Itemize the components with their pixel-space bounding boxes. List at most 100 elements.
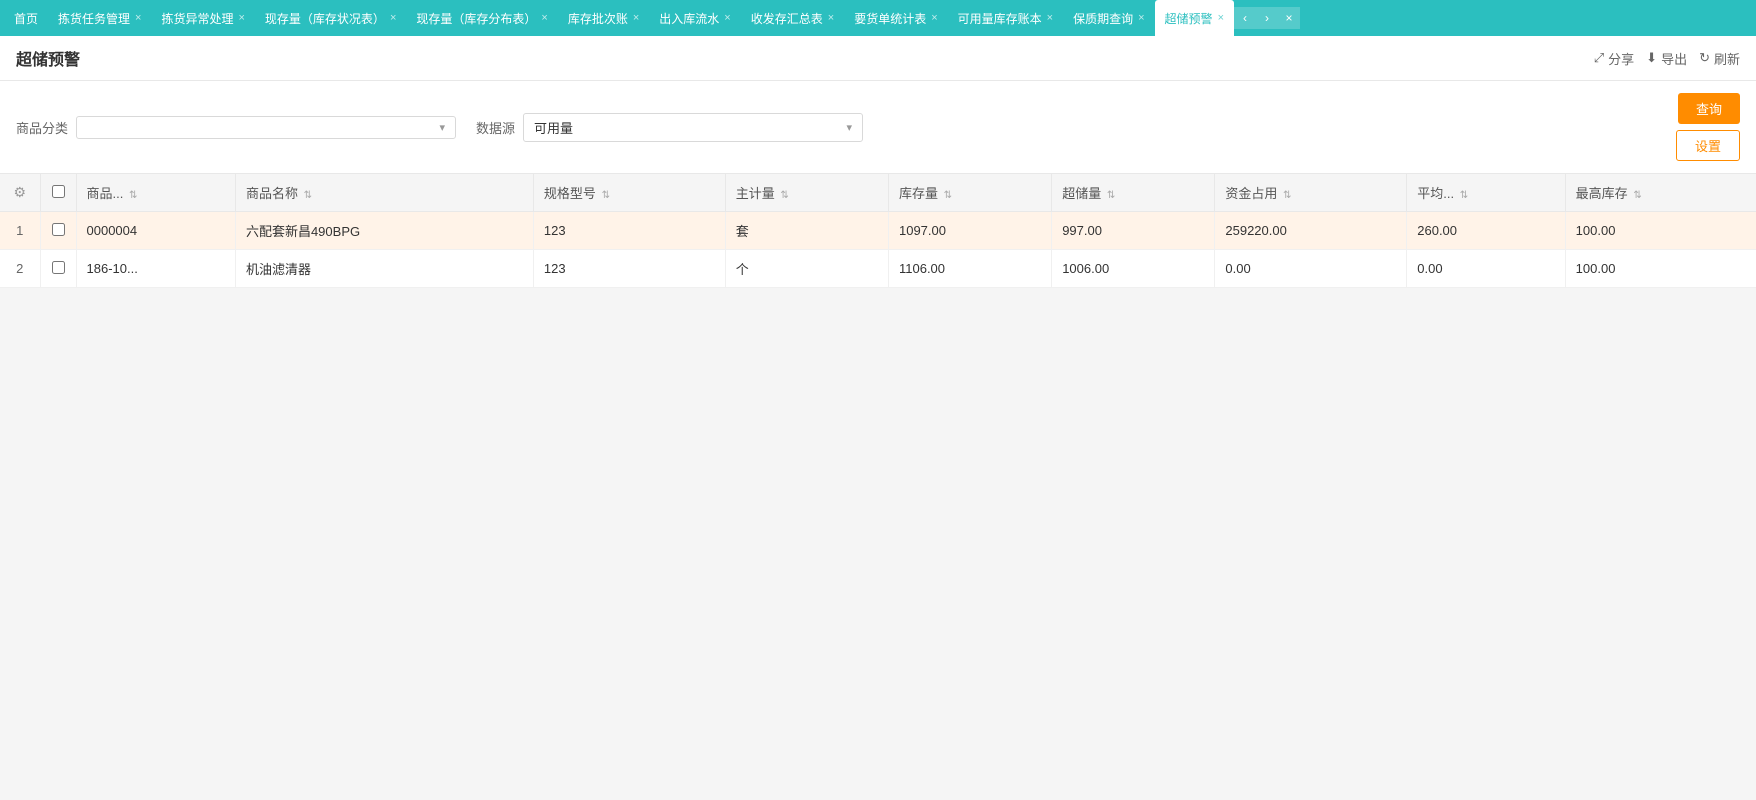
close-icon[interactable]: × — [1047, 12, 1053, 24]
datasource-label: 数据源 — [476, 118, 515, 137]
sort-icon: ⇅ — [944, 190, 952, 201]
close-icon[interactable]: × — [135, 12, 141, 24]
max-stock-cell: 100.00 — [1565, 250, 1756, 288]
col-unit-header[interactable]: 主计量 ⇅ — [725, 174, 888, 212]
page-header: 超储预警 ⤢ 分享 ⬇ 导出 ↻ 刷新 — [0, 36, 1756, 81]
nav-batch-account[interactable]: 库存批次账 × — [558, 0, 649, 36]
overstock-cell: 997.00 — [1052, 212, 1215, 250]
nav-shelf-life[interactable]: 保质期查询 × — [1063, 0, 1154, 36]
sort-icon: ⇅ — [1283, 190, 1291, 201]
nav-recv-send-summary[interactable]: 收发存汇总表 × — [741, 0, 844, 36]
table-row: 2 186-10... 机油滤清器 123 个 1106.00 1006.00 … — [0, 250, 1756, 288]
datasource-select[interactable]: 可用量 ▾ — [523, 113, 863, 142]
unit-cell: 个 — [725, 250, 888, 288]
export-button[interactable]: ⬇ 导出 — [1646, 49, 1687, 68]
close-icon[interactable]: × — [238, 12, 244, 24]
sort-icon: ⇅ — [780, 190, 788, 201]
row-index: 1 — [0, 212, 40, 250]
refresh-button[interactable]: ↻ 刷新 — [1699, 49, 1740, 68]
product-name-cell: 六配套新昌490BPG — [235, 212, 533, 250]
category-filter-group: 商品分类 ▾ — [16, 116, 456, 139]
sort-icon: ⇅ — [304, 190, 312, 201]
close-icon[interactable]: × — [1218, 12, 1224, 24]
refresh-icon: ↻ — [1699, 50, 1710, 66]
capital-cell: 0.00 — [1215, 250, 1407, 288]
col-capital-header[interactable]: 资金占用 ⇅ — [1215, 174, 1407, 212]
close-icon[interactable]: × — [390, 12, 396, 24]
chevron-down-icon: ▾ — [847, 121, 853, 134]
spec-cell: 123 — [533, 212, 725, 250]
row-checkbox[interactable] — [52, 223, 65, 236]
datasource-select-value: 可用量 — [534, 118, 573, 137]
nav-overstock-warning[interactable]: 超储预警 × — [1155, 0, 1234, 36]
capital-cell: 259220.00 — [1215, 212, 1407, 250]
select-all-checkbox[interactable] — [52, 185, 65, 198]
nav-stock-status[interactable]: 现存量（库存状况表） × — [255, 0, 406, 36]
nav-available-account[interactable]: 可用量库存账本 × — [948, 0, 1063, 36]
datasource-filter-group: 数据源 可用量 ▾ — [476, 113, 863, 142]
col-max-stock-header[interactable]: 最高库存 ⇅ — [1565, 174, 1756, 212]
nav-prev-button[interactable]: ‹ — [1234, 7, 1256, 29]
query-button[interactable]: 查询 — [1678, 93, 1740, 124]
col-overstock-header[interactable]: 超储量 ⇅ — [1052, 174, 1215, 212]
row-checkbox[interactable] — [52, 261, 65, 274]
nav-order-stats[interactable]: 要货单统计表 × — [844, 0, 947, 36]
col-product-code-header[interactable]: 商品... ⇅ — [76, 174, 235, 212]
sort-icon: ⇅ — [1107, 190, 1115, 201]
export-icon: ⬇ — [1646, 50, 1657, 66]
table-row: 1 0000004 六配套新昌490BPG 123 套 1097.00 997.… — [0, 212, 1756, 250]
col-stock-header[interactable]: 库存量 ⇅ — [888, 174, 1051, 212]
header-actions: ⤢ 分享 ⬇ 导出 ↻ 刷新 — [1594, 49, 1740, 68]
page-title: 超储预警 — [16, 46, 80, 70]
avg-cell: 260.00 — [1407, 212, 1565, 250]
unit-cell: 套 — [725, 212, 888, 250]
col-checkbox-header — [40, 174, 76, 212]
nav-home[interactable]: 首页 — [4, 0, 48, 36]
col-settings: ⚙ — [0, 174, 40, 212]
filter-actions: 查询 设置 — [1676, 93, 1740, 161]
close-icon[interactable]: × — [541, 12, 547, 24]
close-icon[interactable]: × — [633, 12, 639, 24]
close-icon[interactable]: × — [828, 12, 834, 24]
sort-icon: ⇅ — [1460, 190, 1468, 201]
col-avg-header[interactable]: 平均... ⇅ — [1407, 174, 1565, 212]
nav-next-button[interactable]: › — [1256, 7, 1278, 29]
product-name-cell: 机油滤清器 — [235, 250, 533, 288]
settings-button[interactable]: 设置 — [1676, 130, 1740, 161]
max-stock-cell: 100.00 — [1565, 212, 1756, 250]
col-spec-header[interactable]: 规格型号 ⇅ — [533, 174, 725, 212]
row-checkbox-cell — [40, 212, 76, 250]
product-code-cell: 0000004 — [76, 212, 235, 250]
overstock-table: ⚙ 商品... ⇅ 商品名称 ⇅ 规格型号 ⇅ 主计量 — [0, 174, 1756, 288]
sort-icon: ⇅ — [129, 190, 137, 201]
nav-stock-dist[interactable]: 现存量（库存分布表） × — [406, 0, 557, 36]
nav-close-button[interactable]: × — [1278, 7, 1300, 29]
category-select[interactable]: ▾ — [76, 116, 456, 139]
spec-cell: 123 — [533, 250, 725, 288]
close-icon[interactable]: × — [931, 12, 937, 24]
settings-icon[interactable]: ⚙ — [13, 184, 26, 200]
filter-area: 商品分类 ▾ 数据源 可用量 ▾ 查询 设置 — [0, 81, 1756, 174]
product-code-cell: 186-10... — [76, 250, 235, 288]
avg-cell: 0.00 — [1407, 250, 1565, 288]
chevron-down-icon: ▾ — [439, 121, 445, 134]
row-index: 2 — [0, 250, 40, 288]
nav-pick-task[interactable]: 拣货任务管理 × — [48, 0, 151, 36]
share-icon: ⤢ — [1594, 50, 1604, 66]
overstock-cell: 1006.00 — [1052, 250, 1215, 288]
stock-cell: 1097.00 — [888, 212, 1051, 250]
col-product-name-header[interactable]: 商品名称 ⇅ — [235, 174, 533, 212]
close-icon[interactable]: × — [1138, 12, 1144, 24]
sort-icon: ⇅ — [602, 190, 610, 201]
table-body: 1 0000004 六配套新昌490BPG 123 套 1097.00 997.… — [0, 212, 1756, 288]
close-icon[interactable]: × — [724, 12, 730, 24]
nav-pick-exception[interactable]: 拣货异常处理 × — [151, 0, 254, 36]
sort-icon: ⇅ — [1633, 190, 1641, 201]
nav-inout-flow[interactable]: 出入库流水 × — [649, 0, 740, 36]
topbar: 首页 拣货任务管理 × 拣货异常处理 × 现存量（库存状况表） × 现存量（库存… — [0, 0, 1756, 36]
share-button[interactable]: ⤢ 分享 — [1594, 49, 1634, 68]
row-checkbox-cell — [40, 250, 76, 288]
table-container: ⚙ 商品... ⇅ 商品名称 ⇅ 规格型号 ⇅ 主计量 — [0, 174, 1756, 288]
stock-cell: 1106.00 — [888, 250, 1051, 288]
category-label: 商品分类 — [16, 118, 68, 137]
